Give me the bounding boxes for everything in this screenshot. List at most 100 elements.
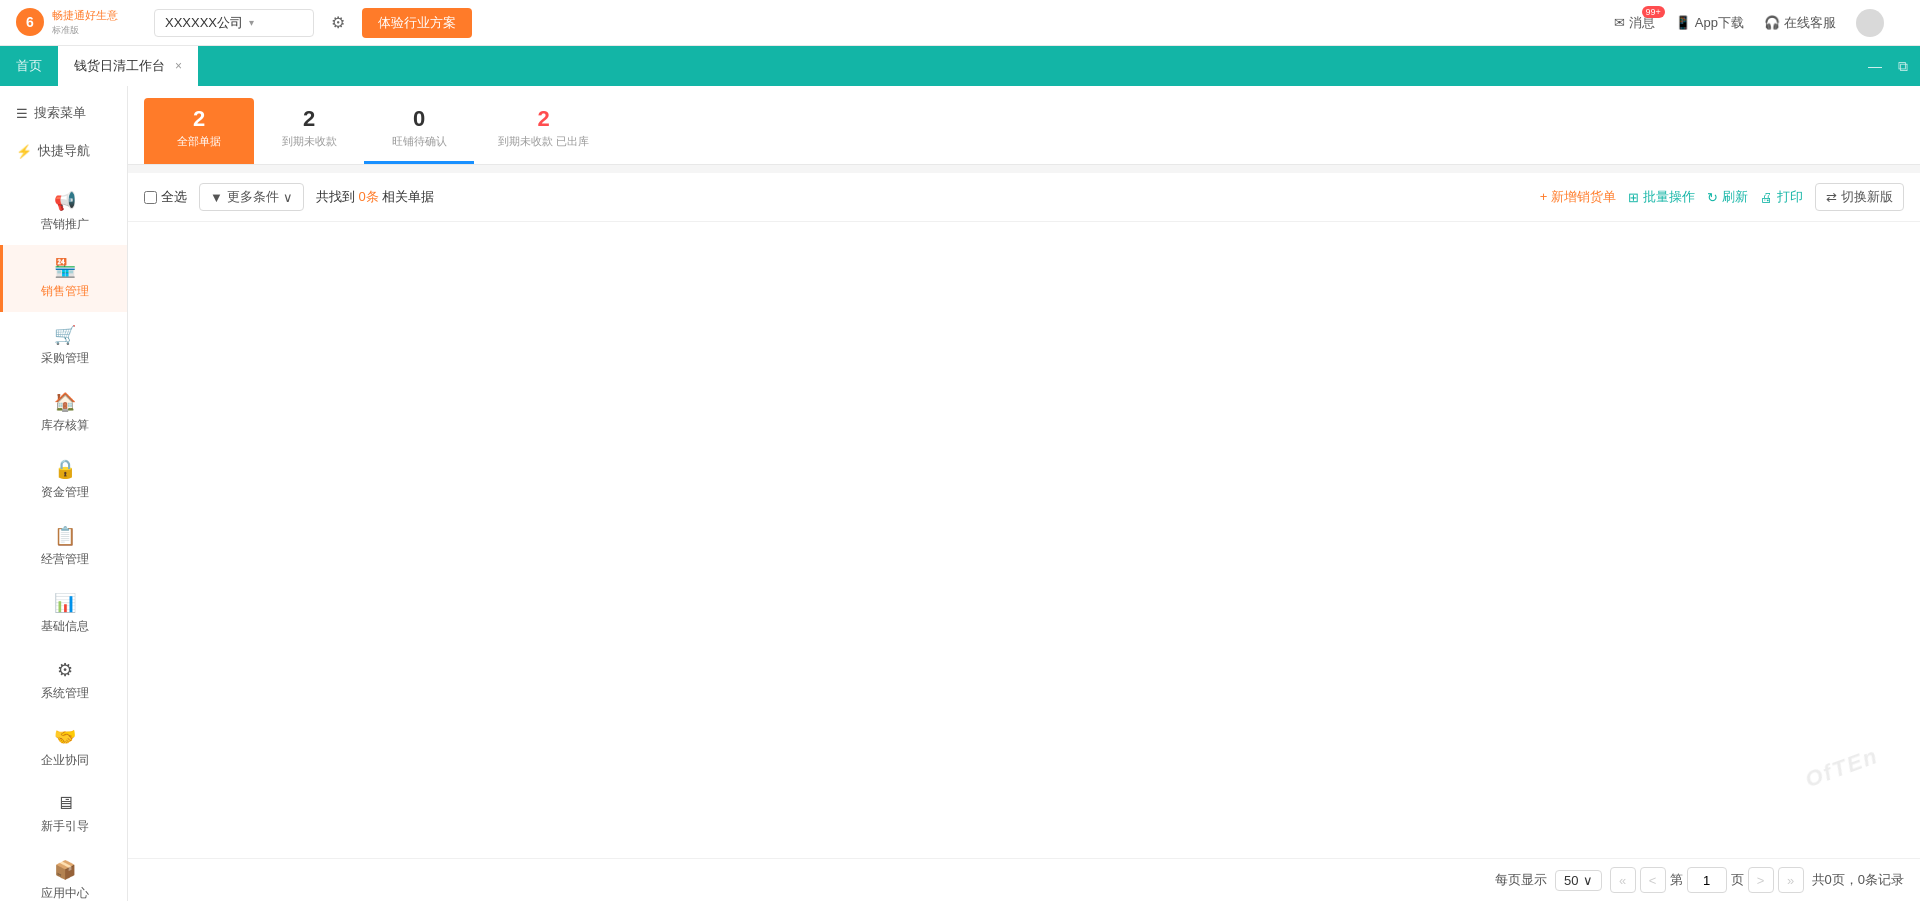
download-icon: 📱 <box>1675 15 1691 30</box>
sidebar-quick-nav[interactable]: ⚡ 快捷导航 <box>0 132 127 170</box>
pagination-bar: 每页显示 50 ∨ « < 第 页 > » 共0页，0条记录 <box>128 858 1920 901</box>
sidebar-search[interactable]: ☰ 搜索菜单 <box>0 94 127 132</box>
stat-number-pending: 0 <box>413 106 425 132</box>
system-icon: ⚙ <box>57 659 73 681</box>
refresh-icon: ↻ <box>1707 190 1718 205</box>
message-button[interactable]: ✉ 消息 99+ <box>1614 14 1655 32</box>
enterprise-icon: 🤝 <box>54 726 76 748</box>
sidebar-item-label: 应用中心 <box>41 885 89 901</box>
settings-button[interactable]: ⚙ <box>322 7 354 39</box>
sidebar-item-marketing[interactable]: 📢 营销推广 <box>0 178 127 245</box>
tab-close-icon[interactable]: × <box>175 59 182 73</box>
select-all-label: 全选 <box>161 188 187 206</box>
company-name: XXXXXX公司 <box>165 14 243 32</box>
switch-label: 切换新版 <box>1841 188 1893 206</box>
purchase-icon: 🛒 <box>54 324 76 346</box>
stat-label-overdue: 到期未收款 <box>282 134 337 149</box>
quick-nav-icon: ⚡ <box>16 144 32 159</box>
sidebar-item-inventory[interactable]: 🏠 库存核算 <box>0 379 127 446</box>
logo-icon: 6 <box>16 8 44 36</box>
sidebar-item-label: 采购管理 <box>41 350 89 367</box>
table-area <box>128 222 1920 858</box>
guide-icon: 🖥 <box>56 793 74 814</box>
sidebar-item-label: 基础信息 <box>41 618 89 635</box>
online-service-button[interactable]: 🎧 在线客服 <box>1764 14 1836 32</box>
appstore-icon: 📦 <box>54 859 76 881</box>
tab-qianghuo[interactable]: 钱货日清工作台 × <box>58 46 198 86</box>
filter-chevron-icon: ∨ <box>283 190 293 205</box>
switch-version-button[interactable]: ⇄ 切换新版 <box>1815 183 1904 211</box>
tab-bar-actions: — ⧉ <box>1864 46 1920 86</box>
company-selector[interactable]: XXXXXX公司 ▾ <box>154 9 314 37</box>
sidebar-item-guide[interactable]: 🖥 新手引导 <box>0 781 127 847</box>
notification-badge: 99+ <box>1642 6 1665 18</box>
sidebar-item-label: 销售管理 <box>41 283 89 300</box>
sidebar-item-label: 营销推广 <box>41 216 89 233</box>
avatar[interactable] <box>1856 9 1884 37</box>
stat-number-all: 2 <box>193 106 205 132</box>
page-label: 第 <box>1670 871 1683 889</box>
sidebar: ☰ 搜索菜单 ⚡ 快捷导航 📢 营销推广 🏪 销售管理 🛒 采购管理 🏠 库存核… <box>0 86 128 901</box>
checkbox-input[interactable] <box>144 191 157 204</box>
filter-icon: ▼ <box>210 190 223 205</box>
chevron-down-icon: ▾ <box>249 17 254 28</box>
print-button[interactable]: 🖨 打印 <box>1760 188 1803 206</box>
stat-tab-pending[interactable]: 0 旺铺待确认 <box>364 98 474 164</box>
sidebar-item-label: 库存核算 <box>41 417 89 434</box>
per-page-value: 50 <box>1564 873 1578 888</box>
add-sale-button[interactable]: + 新增销货单 <box>1540 188 1616 206</box>
logo-area: 6 畅捷通好生意 标准版 <box>16 8 144 36</box>
stat-tab-overdue[interactable]: 2 到期未收款 <box>254 98 364 164</box>
batch-button[interactable]: ⊞ 批量操作 <box>1628 188 1695 206</box>
sidebar-item-label: 企业协同 <box>41 752 89 769</box>
refresh-button[interactable]: ↻ 刷新 <box>1707 188 1748 206</box>
sidebar-item-purchase[interactable]: 🛒 采购管理 <box>0 312 127 379</box>
sidebar-item-base[interactable]: 📊 基础信息 <box>0 580 127 647</box>
print-label: 打印 <box>1777 188 1803 206</box>
tab-home[interactable]: 首页 <box>0 46 58 86</box>
sidebar-item-label: 新手引导 <box>41 818 89 835</box>
home-label: 首页 <box>16 57 42 75</box>
sidebar-item-system[interactable]: ⚙ 系统管理 <box>0 647 127 714</box>
app-download-button[interactable]: 📱 App下载 <box>1675 14 1744 32</box>
trial-button[interactable]: 体验行业方案 <box>362 8 472 38</box>
stat-tab-overdue-out[interactable]: 2 到期未收款 已出库 <box>474 98 613 164</box>
marketing-icon: 📢 <box>54 190 76 212</box>
stat-label-all: 全部单据 <box>177 134 221 149</box>
stat-tab-all[interactable]: 2 全部单据 <box>144 98 254 164</box>
found-text: 共找到 0条 相关单据 <box>316 188 434 206</box>
filter-button[interactable]: ▼ 更多条件 ∨ <box>199 183 304 211</box>
tab-qianghuo-label: 钱货日清工作台 <box>74 57 165 75</box>
page-input[interactable] <box>1687 867 1727 893</box>
found-count: 0条 <box>359 189 379 204</box>
batch-icon: ⊞ <box>1628 190 1639 205</box>
sidebar-item-operations[interactable]: 📋 经营管理 <box>0 513 127 580</box>
logo-text-area: 畅捷通好生意 标准版 <box>52 8 118 36</box>
stats-bar: 2 全部单据 2 到期未收款 0 旺铺待确认 2 到期未收款 已出库 <box>128 86 1920 165</box>
stat-label-pending: 旺铺待确认 <box>392 134 447 149</box>
online-service-label: 在线客服 <box>1784 14 1836 32</box>
message-icon: ✉ <box>1614 15 1625 30</box>
per-page-select[interactable]: 50 ∨ <box>1555 870 1601 891</box>
base-icon: 📊 <box>54 592 76 614</box>
sidebar-item-finance[interactable]: 🔒 资金管理 <box>0 446 127 513</box>
sidebar-item-enterprise[interactable]: 🤝 企业协同 <box>0 714 127 781</box>
service-icon: 🎧 <box>1764 15 1780 30</box>
next-page-button[interactable]: > <box>1748 867 1774 893</box>
prev-page-button[interactable]: < <box>1640 867 1666 893</box>
stat-number-overdue: 2 <box>303 106 315 132</box>
search-icon: ☰ <box>16 106 28 121</box>
sidebar-item-sales[interactable]: 🏪 销售管理 <box>0 245 127 312</box>
sidebar-item-appstore[interactable]: 📦 应用中心 <box>0 847 127 901</box>
last-page-button[interactable]: » <box>1778 867 1804 893</box>
inventory-icon: 🏠 <box>54 391 76 413</box>
first-page-button[interactable]: « <box>1610 867 1636 893</box>
select-all-checkbox[interactable]: 全选 <box>144 188 187 206</box>
print-icon: 🖨 <box>1760 190 1773 205</box>
tab-restore-icon[interactable]: ⧉ <box>1894 54 1912 79</box>
filter-label: 更多条件 <box>227 188 279 206</box>
per-page-chevron-icon: ∨ <box>1583 873 1593 888</box>
tab-minimize-icon[interactable]: — <box>1864 54 1886 78</box>
stat-label-overdue-out: 到期未收款 已出库 <box>498 134 589 149</box>
sidebar-item-label: 经营管理 <box>41 551 89 568</box>
